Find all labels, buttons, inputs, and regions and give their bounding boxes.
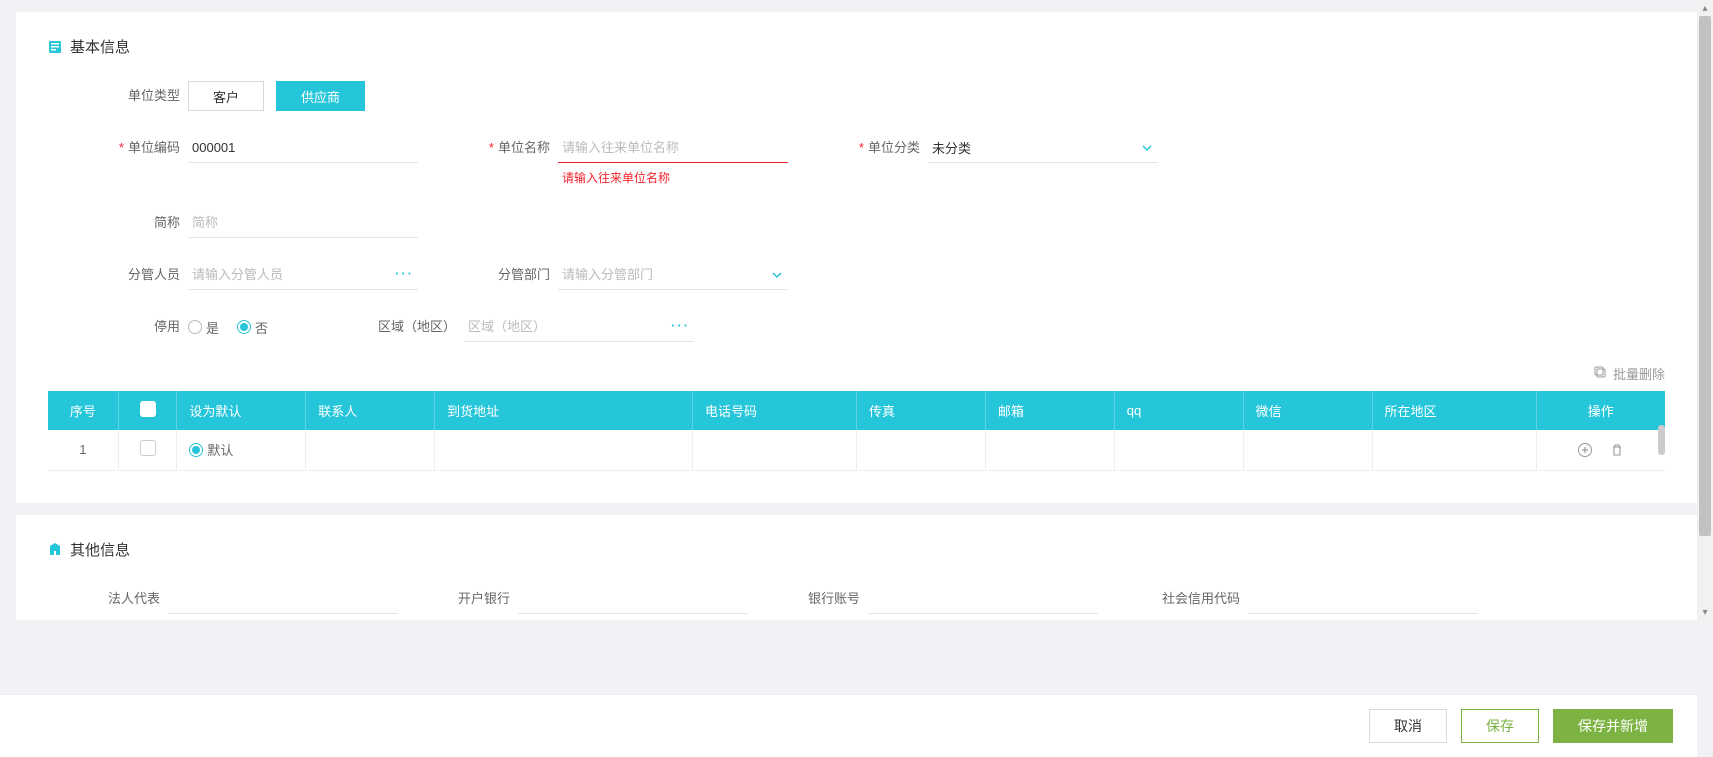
cell-address[interactable] [435,430,693,470]
col-fax: 传真 [856,391,985,430]
cancel-button[interactable]: 取消 [1369,709,1447,743]
disabled-no-radio[interactable]: 否 [237,318,268,337]
unit-code-label: *单位编码 [88,133,188,163]
col-phone: 电话号码 [692,391,856,430]
col-set-default: 设为默认 [177,391,306,430]
col-address: 到货地址 [435,391,693,430]
short-name-label: 简称 [88,208,188,238]
col-area: 所在地区 [1372,391,1536,430]
unit-code-input[interactable] [188,133,418,163]
basic-info-title: 基本信息 [70,36,130,57]
page-scrollbar[interactable]: ▴ ▾ [1697,0,1713,620]
scroll-thumb[interactable] [1699,16,1711,536]
col-email: 邮箱 [985,391,1114,430]
bank-account-label: 银行账号 [788,584,868,614]
bank-account-input[interactable] [868,584,1098,614]
unit-type-customer-button[interactable]: 客户 [188,81,264,111]
legal-rep-input[interactable] [168,584,398,614]
other-info-header: 其他信息 [48,539,1665,560]
cell-phone[interactable] [692,430,856,470]
social-credit-input[interactable] [1248,584,1478,614]
disabled-label: 停用 [88,312,188,342]
cell-area[interactable] [1372,430,1536,470]
col-seq: 序号 [48,391,118,430]
unit-category-select[interactable] [928,133,1158,163]
more-icon[interactable]: ··· [395,266,414,281]
unit-type-label: 单位类型 [88,81,188,111]
legal-rep-label: 法人代表 [88,584,168,614]
batch-delete-button[interactable]: 批量删除 [48,364,1665,383]
cell-seq: 1 [48,430,118,470]
disabled-yes-radio[interactable]: 是 [188,318,219,337]
bank-name-input[interactable] [518,584,748,614]
col-wechat: 微信 [1243,391,1372,430]
add-row-icon[interactable] [1576,441,1594,459]
cell-wechat[interactable] [1243,430,1372,470]
bank-name-label: 开户银行 [438,584,518,614]
region-input[interactable] [464,312,694,342]
cell-fax[interactable] [856,430,985,470]
short-name-input[interactable] [188,208,418,238]
unit-category-label: *单位分类 [828,133,928,163]
footer-bar: 取消 保存 保存并新增 [0,694,1697,757]
select-all-checkbox[interactable] [140,401,156,417]
other-info-title: 其他信息 [70,539,130,560]
row-checkbox[interactable] [140,440,156,456]
contacts-table: 序号 设为默认 联系人 到货地址 电话号码 传真 邮箱 qq 微信 所在地区 操… [48,391,1665,471]
cell-qq[interactable] [1114,430,1243,470]
scroll-up-arrow-icon[interactable]: ▴ [1697,0,1713,16]
table-row: 1 默认 [48,430,1665,470]
table-header-row: 序号 设为默认 联系人 到货地址 电话号码 传真 邮箱 qq 微信 所在地区 操… [48,391,1665,430]
unit-name-error: 请输入往来单位名称 [558,169,788,186]
col-checkbox [118,391,177,430]
col-action: 操作 [1536,391,1665,430]
cell-email[interactable] [985,430,1114,470]
copy-icon [1593,365,1607,382]
department-input[interactable] [558,260,788,290]
scroll-down-arrow-icon[interactable]: ▾ [1697,604,1713,620]
col-qq: qq [1114,391,1243,430]
region-label: 区域（地区） [364,312,464,342]
department-label: 分管部门 [458,260,558,290]
manager-label: 分管人员 [88,260,188,290]
manager-input[interactable] [188,260,418,290]
row-default-radio[interactable]: 默认 [189,440,233,459]
more-icon[interactable]: ··· [671,318,690,333]
other-info-card: 其他信息 法人代表 开户银行 银行账号 社会信用代码 [16,515,1697,621]
form-icon [48,40,62,54]
building-icon [48,542,62,556]
unit-name-input[interactable] [558,133,788,163]
delete-row-icon[interactable] [1608,441,1626,459]
basic-info-card: 基本信息 单位类型 客户 供应商 *单位编码 [16,12,1697,503]
basic-info-header: 基本信息 [48,36,1665,57]
save-button[interactable]: 保存 [1461,709,1539,743]
col-contact: 联系人 [306,391,435,430]
save-and-new-button[interactable]: 保存并新增 [1553,709,1673,743]
unit-name-label: *单位名称 [458,133,558,163]
cell-contact[interactable] [306,430,435,470]
table-scrollbar[interactable] [1658,425,1665,455]
social-credit-label: 社会信用代码 [1138,584,1248,614]
unit-type-supplier-button[interactable]: 供应商 [276,81,365,111]
